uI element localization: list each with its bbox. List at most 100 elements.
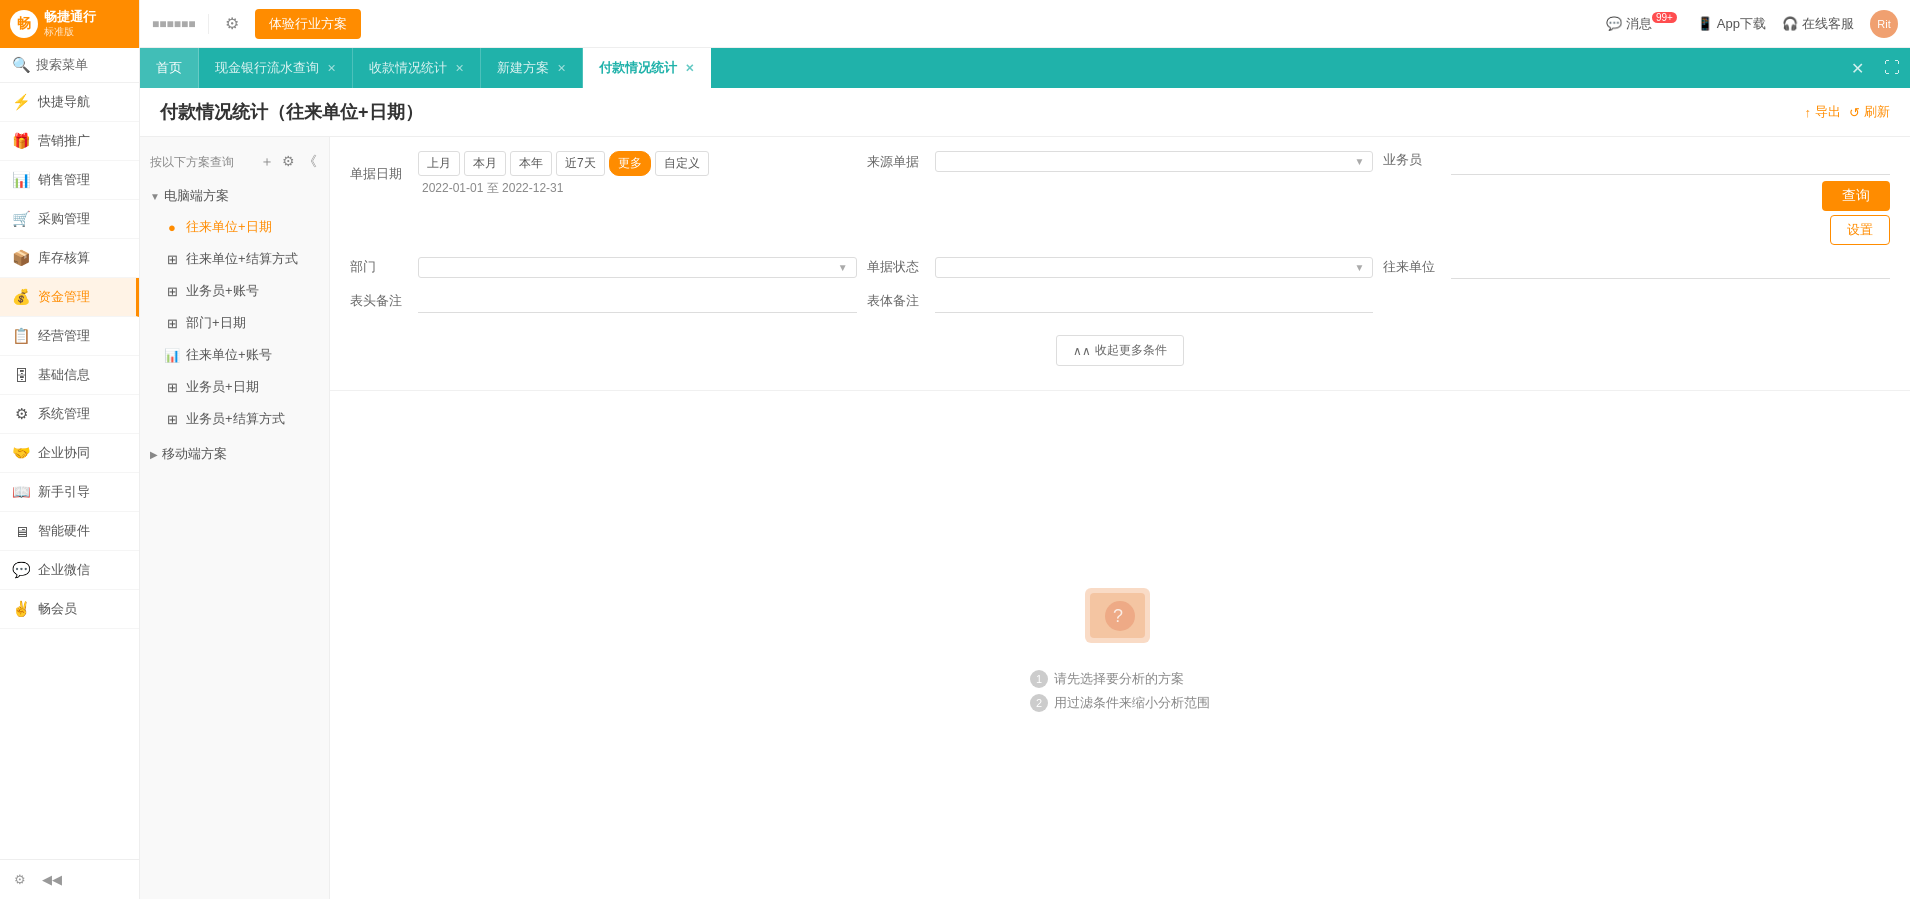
sidebar-item-wechat[interactable]: 💬 企业微信 (0, 551, 139, 590)
message-btn[interactable]: 💬 消息 99+ (1606, 15, 1681, 33)
date-btn-this-year[interactable]: 本年 (510, 151, 552, 176)
sidebar-item-label: 采购管理 (38, 210, 90, 228)
basic-icon: 🗄 (12, 366, 30, 384)
collapse-sidebar-btn[interactable]: ◀◀ (38, 868, 66, 891)
tabs-right: ✕ ⛶ (1841, 48, 1910, 88)
scheme-salesman-account[interactable]: ⊞ 业务员+账号 (140, 275, 329, 307)
sidebar-item-inventory[interactable]: 📦 库存核算 (0, 239, 139, 278)
header-note-input[interactable] (418, 289, 857, 313)
sidebar-item-hardware[interactable]: 🖥 智能硬件 (0, 512, 139, 551)
action-btn-group: 查询 设置 (1451, 181, 1890, 245)
body-note-input[interactable] (935, 289, 1374, 313)
sidebar-item-finance[interactable]: 💰 资金管理 (0, 278, 139, 317)
logo-title: 畅捷通行 (44, 9, 96, 25)
sidebar-item-label: 企业微信 (38, 561, 90, 579)
sidebar-item-company[interactable]: 🤝 企业协同 (0, 434, 139, 473)
date-btn-last-month[interactable]: 上月 (418, 151, 460, 176)
add-scheme-btn[interactable]: ＋ (258, 151, 276, 173)
sales-icon: 📊 (12, 171, 30, 189)
mobile-group-label: 移动端方案 (162, 445, 227, 463)
expand-tab-btn[interactable]: ⛶ (1874, 48, 1910, 88)
date-btn-custom[interactable]: 自定义 (655, 151, 709, 176)
partner-input[interactable] (1451, 255, 1890, 279)
scheme-dept-date[interactable]: ⊞ 部门+日期 (140, 307, 329, 339)
date-btn-7days[interactable]: 近7天 (556, 151, 605, 176)
scheme-label: 业务员+结算方式 (186, 410, 285, 428)
wechat-icon: 💬 (12, 561, 30, 579)
mobile-group-header[interactable]: ▶ 移动端方案 (140, 439, 329, 469)
sidebar-item-label: 畅会员 (38, 600, 77, 618)
message-label: 消息 (1626, 15, 1652, 33)
scheme-salesman-date[interactable]: ⊞ 业务员+日期 (140, 371, 329, 403)
sidebar-item-guide[interactable]: 📖 新手引导 (0, 473, 139, 512)
sidebar-item-basic[interactable]: 🗄 基础信息 (0, 356, 139, 395)
service-label: 在线客服 (1802, 15, 1854, 33)
tab-new-close[interactable]: ✕ (557, 62, 566, 75)
source-select[interactable]: ▼ (935, 151, 1374, 172)
sidebar-item-sales[interactable]: 📊 销售管理 (0, 161, 139, 200)
logo-icon: 畅 (10, 10, 38, 38)
date-btn-more[interactable]: 更多 (609, 151, 651, 176)
close-tab-btn[interactable]: ✕ (1841, 48, 1874, 88)
scheme-chart-icon3: ⊞ (164, 411, 180, 427)
inventory-icon: 📦 (12, 249, 30, 267)
filter-settings-btn[interactable]: 设置 (1830, 215, 1890, 245)
tab-payment[interactable]: 付款情况统计 ✕ (583, 48, 711, 88)
sidebar-item-label: 基础信息 (38, 366, 90, 384)
avatar[interactable]: Rit (1870, 10, 1898, 38)
logo-text-group: 畅捷通行 标准版 (44, 9, 96, 39)
settings-gear-btn[interactable]: ⚙ (221, 10, 243, 37)
sidebar-item-marketing[interactable]: 🎁 营销推广 (0, 122, 139, 161)
sidebar-item-quicknav[interactable]: ⚡ 快捷导航 (0, 83, 139, 122)
empty-tips: 1 请先选择要分析的方案 2 用过滤条件来缩小分析范围 (1030, 670, 1210, 712)
tab-new[interactable]: 新建方案 ✕ (481, 48, 583, 88)
settings-footer-btn[interactable]: ⚙ (10, 868, 30, 891)
sidebar-footer: ⚙ ◀◀ (0, 859, 139, 899)
collapse-filter-btn[interactable]: ∧∧ 收起更多条件 (1056, 335, 1184, 366)
date-label: 单据日期 (350, 165, 410, 183)
sidebar-item-vip[interactable]: ✌ 畅会员 (0, 590, 139, 629)
tab-receipt-close[interactable]: ✕ (455, 62, 464, 75)
tab-payment-close[interactable]: ✕ (685, 62, 694, 75)
scheme-label: 往来单位+账号 (186, 346, 272, 364)
scheme-partner-account[interactable]: 📊 往来单位+账号 (140, 339, 329, 371)
sidebar-item-operations[interactable]: 📋 经营管理 (0, 317, 139, 356)
operations-icon: 📋 (12, 327, 30, 345)
service-btn[interactable]: 🎧 在线客服 (1782, 15, 1854, 33)
scheme-label: 部门+日期 (186, 314, 246, 332)
sidebar-item-search[interactable]: 🔍 搜索菜单 (0, 48, 139, 83)
search-btn[interactable]: 查询 (1822, 181, 1890, 211)
export-btn[interactable]: ↑ 导出 (1805, 103, 1842, 121)
salesman-input[interactable] (1451, 151, 1890, 175)
settings-scheme-btn[interactable]: ⚙ (280, 151, 297, 173)
scheme-partner-settle[interactable]: ⊞ 往来单位+结算方式 (140, 243, 329, 275)
sidebar-item-label: 资金管理 (38, 288, 90, 306)
pc-group-header[interactable]: ▼ 电脑端方案 (140, 181, 329, 211)
tab-bank[interactable]: 现金银行流水查询 ✕ (199, 48, 353, 88)
message-icon: 💬 (1606, 16, 1622, 31)
partner-field: 往来单位 (1383, 255, 1890, 279)
refresh-label: 刷新 (1864, 103, 1890, 121)
refresh-btn[interactable]: ↺ 刷新 (1849, 103, 1890, 121)
collapse-icon: ∧∧ (1073, 344, 1091, 358)
scheme-label: 业务员+账号 (186, 282, 259, 300)
bill-status-select[interactable]: ▼ (935, 257, 1374, 278)
tab-home[interactable]: 首页 (140, 48, 199, 88)
tip-num-2: 2 (1030, 694, 1048, 712)
scheme-partner-date[interactable]: ● 往来单位+日期 (140, 211, 329, 243)
date-btn-this-month[interactable]: 本月 (464, 151, 506, 176)
sidebar-item-system[interactable]: ⚙ 系统管理 (0, 395, 139, 434)
source-label: 来源单据 (867, 153, 927, 171)
dept-select[interactable]: ▼ (418, 257, 857, 278)
tip-text-1: 请先选择要分析的方案 (1054, 670, 1184, 688)
collapse-label: 收起更多条件 (1095, 342, 1167, 359)
tab-receipt[interactable]: 收款情况统计 ✕ (353, 48, 481, 88)
scheme-active-icon: ● (164, 219, 180, 235)
app-download-btn[interactable]: 📱 App下载 (1697, 15, 1766, 33)
empty-tip-2: 2 用过滤条件来缩小分析范围 (1030, 694, 1210, 712)
scheme-salesman-settle[interactable]: ⊞ 业务员+结算方式 (140, 403, 329, 435)
sidebar-item-purchase[interactable]: 🛒 采购管理 (0, 200, 139, 239)
tab-bank-close[interactable]: ✕ (327, 62, 336, 75)
trial-btn[interactable]: 体验行业方案 (255, 9, 361, 39)
collapse-panel-btn[interactable]: 《 (301, 151, 319, 173)
